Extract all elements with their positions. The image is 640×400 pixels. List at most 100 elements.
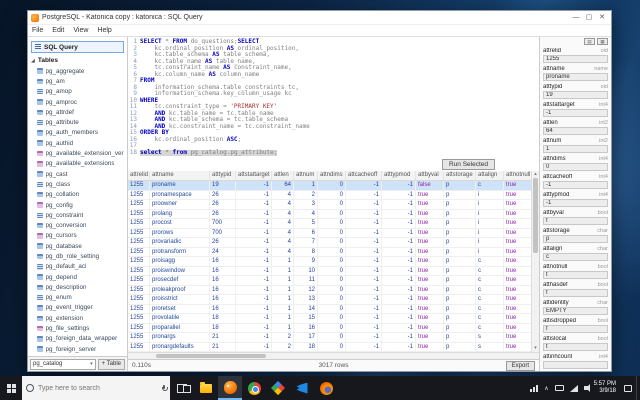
sidebar-tables-node[interactable]: ◢ Tables (28, 55, 127, 66)
minimize-button[interactable]: — (570, 12, 582, 23)
table-row[interactable]: 1255 provolatile 18 -1 1 15 0 -1 -1 true p c true (128, 314, 531, 324)
taskbar-app-file-explorer[interactable] (194, 376, 218, 400)
taskbar-app-chrome[interactable] (242, 376, 266, 400)
field-value[interactable]: -1 (543, 199, 608, 207)
sidebar-item-pg_database[interactable]: pg_database (37, 241, 127, 251)
table-row[interactable]: 1255 prolang 26 -1 4 4 0 -1 -1 true p i true (128, 209, 531, 219)
scroll-up-icon[interactable]: ▴ (534, 171, 537, 178)
activity-icon[interactable] (530, 384, 539, 392)
start-button[interactable] (0, 376, 22, 400)
action-center-icon[interactable] (624, 384, 632, 392)
taskbar-search[interactable] (22, 376, 170, 400)
grid-view-button[interactable]: ▦ (597, 38, 608, 45)
table-row[interactable]: 1255 proiswindow 16 -1 1 10 0 -1 -1 true p c true (128, 266, 531, 276)
editor-line[interactable]: 18 select * from pg_catalog.pg_attribute; (128, 149, 539, 156)
column-header-attstattarget[interactable]: attstattarget (236, 171, 272, 180)
field-value[interactable]: proname (543, 73, 608, 81)
table-row[interactable]: 1255 proretset 16 -1 1 14 0 -1 -1 true p c true (128, 304, 531, 314)
sidebar-item-pg_enum[interactable]: pg_enum (37, 293, 127, 303)
field-value[interactable]: f (543, 217, 608, 225)
column-header-attcacheoff[interactable]: attcacheoff (346, 171, 382, 180)
field-value[interactable]: 1 (543, 145, 608, 153)
sidebar-item-pg_depend[interactable]: pg_depend (37, 272, 127, 282)
table-row[interactable]: 1255 proparallel 18 -1 1 16 0 -1 -1 true p c true (128, 323, 531, 333)
field-value[interactable]: 0 (543, 163, 608, 171)
sidebar-item-sql-query[interactable]: SQL Query (31, 41, 124, 53)
sql-editor[interactable]: 1 SELECT * FROM do_questions;SELECT 2 kc.o… (128, 37, 539, 157)
sidebar-item-pg_collation[interactable]: pg_collation (37, 190, 127, 200)
column-header-attrelid[interactable]: attrelid (128, 171, 150, 180)
search-input[interactable] (38, 384, 158, 392)
sidebar-item-pg_default_acl[interactable]: pg_default_acl (37, 262, 127, 272)
show-desktop-button[interactable] (636, 376, 640, 400)
field-value[interactable]: -1 (543, 181, 608, 189)
vertical-scrollbar[interactable]: ▴ ▾ (531, 171, 539, 352)
horizontal-scrollbar[interactable] (128, 352, 539, 359)
form-view-button[interactable]: ▤ (584, 38, 595, 45)
field-value[interactable]: f (543, 325, 608, 333)
table-row[interactable]: 1255 proowner 26 -1 4 3 0 -1 -1 true p i true (128, 200, 531, 210)
column-header-attbyval[interactable]: attbyval (416, 171, 444, 180)
column-header-atttypmod[interactable]: atttypmod (382, 171, 416, 180)
field-value[interactable]: -1 (543, 109, 608, 117)
field-value[interactable]: t (543, 271, 608, 279)
sidebar-item-pg_conversion[interactable]: pg_conversion (37, 220, 127, 230)
column-header-attnotnull[interactable]: attnotnull (504, 171, 531, 180)
table-row[interactable]: 1255 procost 700 -1 4 5 0 -1 -1 true p i true (128, 219, 531, 229)
table-row[interactable]: 1255 proname 19 -1 64 1 0 -1 -1 false p c true (128, 181, 531, 191)
table-row[interactable]: 1255 proisagg 16 -1 1 9 0 -1 -1 true p c true (128, 257, 531, 267)
titlebar[interactable]: PostgreSQL - Katonica copy : katonica : … (28, 11, 611, 25)
sidebar-item-pg_description[interactable]: pg_description (37, 282, 127, 292)
column-header-atttypid[interactable]: atttypid (210, 171, 236, 180)
sidebar-item-pg_available_extension_ver[interactable]: pg_available_extension_ver (37, 148, 127, 158)
taskbar-app-photos[interactable] (266, 376, 290, 400)
field-value[interactable]: 19 (543, 91, 608, 99)
maximize-button[interactable]: ▢ (583, 12, 595, 23)
column-header-attstorage[interactable]: attstorage (444, 171, 476, 180)
table-row[interactable]: 1255 prosecdef 16 -1 1 11 0 -1 -1 true p c true (128, 276, 531, 286)
column-header-attlen[interactable]: attlen (272, 171, 294, 180)
sidebar-item-pg_class[interactable]: pg_class (37, 179, 127, 189)
sidebar-item-pg_attribute[interactable]: pg_attribute (37, 117, 127, 127)
sidebar-item-pg_amproc[interactable]: pg_amproc (37, 97, 127, 107)
microphone-icon[interactable] (162, 384, 168, 392)
column-header-attnum[interactable]: attnum (294, 171, 318, 180)
scroll-down-icon[interactable]: ▾ (534, 345, 537, 352)
sidebar-item-pg_foreign_data_wrapper[interactable]: pg_foreign_data_wrapper (37, 334, 127, 344)
table-row[interactable]: 1255 provariadic 26 -1 4 7 0 -1 -1 true p i true (128, 238, 531, 248)
sidebar-item-pg_config[interactable]: pg_config (37, 200, 127, 210)
table-row[interactable]: 1255 protransform 24 -1 4 8 0 -1 -1 true p i true (128, 247, 531, 257)
field-value[interactable]: 64 (543, 127, 608, 135)
results-grid[interactable]: attrelid attname atttypid attstattarget attl… (128, 171, 531, 352)
column-header-attalign[interactable]: attalign (476, 171, 504, 180)
menu-help[interactable]: Help (97, 27, 111, 34)
sidebar-item-pg_db_role_setting[interactable]: pg_db_role_setting (37, 251, 127, 261)
run-selected-button[interactable]: Run Selected (441, 158, 495, 170)
schema-dropdown[interactable]: pg_catalog ▾ (30, 358, 96, 370)
taskbar-app-task-view[interactable] (170, 376, 194, 400)
taskbar-app-postgresql[interactable] (218, 376, 242, 400)
table-row[interactable]: 1255 prorows 700 -1 4 6 0 -1 -1 true p i true (128, 228, 531, 238)
chevron-up-icon[interactable]: ∧ (544, 385, 548, 392)
menu-file[interactable]: File (32, 27, 43, 34)
table-row[interactable]: 1255 pronargdefaults 21 -1 2 18 0 -1 -1 true p s tru… (128, 342, 531, 352)
column-header-attname[interactable]: attname (150, 171, 210, 180)
touch-keyboard-icon[interactable] (554, 385, 564, 391)
taskbar-app-vscode[interactable] (290, 376, 314, 400)
sidebar-item-pg_foreign_server[interactable]: pg_foreign_server (37, 344, 127, 354)
table-row[interactable]: 1255 proisstrict 16 -1 1 13 0 -1 -1 true p c true (128, 295, 531, 305)
sidebar-item-pg_constraint[interactable]: pg_constraint (37, 210, 127, 220)
menu-view[interactable]: View (73, 27, 88, 34)
sidebar-item-pg_event_trigger[interactable]: pg_event_trigger (37, 303, 127, 313)
table-row[interactable]: 1255 pronamespace 26 -1 4 2 0 -1 -1 true p i true (128, 190, 531, 200)
horizontal-scroll-thumb[interactable] (156, 354, 266, 358)
network-icon[interactable] (569, 384, 578, 392)
taskbar-clock[interactable]: 5:57 PM 3/9/18 (594, 381, 616, 395)
sidebar-item-pg_amop[interactable]: pg_amop (37, 87, 127, 97)
expander-icon[interactable]: ◢ (31, 58, 35, 64)
field-value[interactable]: f (543, 289, 608, 297)
field-value[interactable]: 1255 (543, 55, 608, 63)
table-row[interactable]: 1255 proleakproof 16 -1 1 12 0 -1 -1 true p c true (128, 285, 531, 295)
sidebar-item-pg_authid[interactable]: pg_authid (37, 138, 127, 148)
field-value[interactable]: c (543, 253, 608, 261)
